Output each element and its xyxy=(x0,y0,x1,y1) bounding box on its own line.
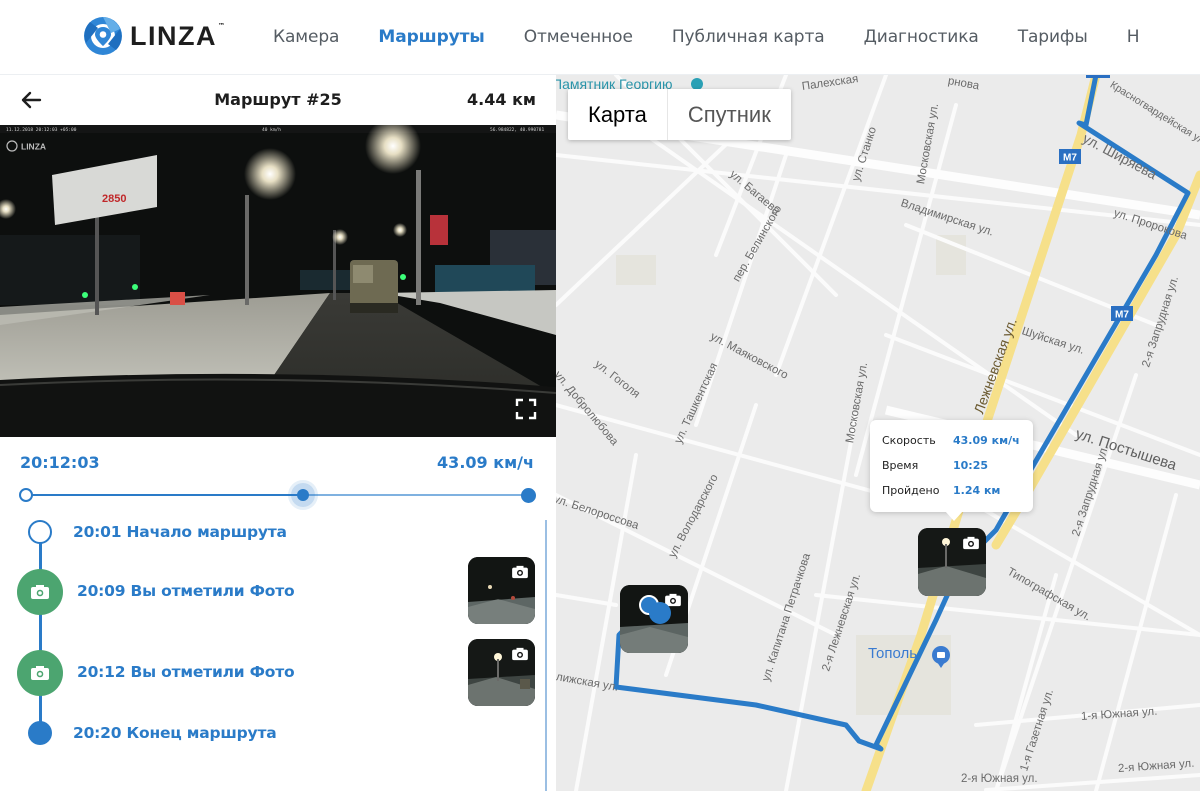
photo-event-marker xyxy=(17,569,63,615)
m7-shield-icon: M7 xyxy=(1059,149,1081,164)
timeline-item-end[interactable]: 20:20 Конец маршрута xyxy=(0,721,540,751)
nav-item-routes[interactable]: Маршруты xyxy=(378,27,484,47)
circle-outline-icon xyxy=(28,520,52,544)
timeline-label: 20:12 Вы отметили Фото xyxy=(77,663,295,681)
dashcam-video-player[interactable]: 2850 11.12.2018 20:12:03 +05:00 40 km/h … xyxy=(0,125,556,437)
popup-row-time: Время 10:25 xyxy=(882,459,988,472)
video-coords-overlay: 56.984822, 40.990781 xyxy=(490,127,544,133)
video-watermark: LINZA xyxy=(21,142,46,152)
popup-key: Пройдено xyxy=(882,484,940,497)
poi-label-topol[interactable]: Тополь xyxy=(868,645,917,662)
m7-shield-icon: M7 xyxy=(1111,306,1133,321)
slider-end-point xyxy=(521,488,536,503)
timeline-item-start[interactable]: 20:01 Начало маршрута xyxy=(0,520,540,550)
map-type-map[interactable]: Карта xyxy=(568,89,668,140)
timeline-item-photo[interactable]: 20:09 Вы отметили Фото xyxy=(0,557,540,634)
map-type-toggle: Карта Спутник xyxy=(568,89,791,140)
popup-row-speed: Скорость 43.09 км/ч xyxy=(882,434,1020,447)
nav-item-camera[interactable]: Камера xyxy=(273,27,339,47)
nav-item-public-map[interactable]: Публичная карта xyxy=(672,27,825,47)
current-speed: 43.09 км/ч xyxy=(437,453,534,472)
camera-icon xyxy=(512,647,528,661)
slider-start-point xyxy=(19,488,33,502)
camera-icon xyxy=(963,536,979,550)
popup-value: 43.09 км/ч xyxy=(953,434,1020,447)
photo-event-marker xyxy=(17,650,63,696)
slider-track-played xyxy=(25,494,303,496)
map-photo-marker[interactable] xyxy=(918,528,986,596)
route-distance: 4.44 км xyxy=(467,90,536,109)
camera-icon xyxy=(512,565,528,579)
slider-thumb[interactable] xyxy=(290,483,315,507)
route-event-timeline: 20:01 Начало маршрута 20:09 Вы отметили … xyxy=(0,520,556,791)
nav-item-marked[interactable]: Отмеченное xyxy=(524,27,633,47)
nav-item-diagnostics[interactable]: Диагностика xyxy=(864,27,979,47)
nav-item-more[interactable]: Н xyxy=(1127,27,1140,47)
map-photo-marker[interactable] xyxy=(620,585,688,653)
fullscreen-icon[interactable] xyxy=(514,397,538,421)
popup-value: 10:25 xyxy=(953,459,989,472)
current-playback-time: 20:12:03 xyxy=(20,453,100,472)
main-nav: Камера Маршруты Отмеченное Публичная кар… xyxy=(273,27,1178,47)
trademark: ™ xyxy=(217,22,225,30)
circle-filled-icon xyxy=(28,721,52,745)
nav-item-tariffs[interactable]: Тарифы xyxy=(1018,27,1088,47)
popup-value: 1.24 км xyxy=(953,484,1001,497)
route-panel: Маршрут #25 4.44 км 2850 11.12.2018 20:1… xyxy=(0,75,556,791)
route-header: Маршрут #25 4.44 км xyxy=(0,75,556,125)
map-label: 2-я Южная ул. xyxy=(961,773,1038,785)
timeline-label: 20:09 Вы отметили Фото xyxy=(77,582,295,600)
camera-icon xyxy=(31,666,49,680)
billboard-price: 2850 xyxy=(102,193,126,205)
map-point-info-popup: Скорость 43.09 км/ч Время 10:25 Пройдено… xyxy=(870,420,1033,521)
linza-logo[interactable]: LINZA ™ xyxy=(83,16,225,56)
timeline-scrollbar[interactable] xyxy=(545,520,547,791)
svg-text:M7: M7 xyxy=(1063,153,1077,164)
route-progress-slider[interactable] xyxy=(19,483,536,507)
linza-aperture-icon xyxy=(84,17,122,55)
timeline-label: 20:01 Начало маршрута xyxy=(73,523,287,541)
current-position-marker xyxy=(649,602,671,624)
photo-thumbnail[interactable] xyxy=(468,557,535,624)
timeline-item-photo[interactable]: 20:12 Вы отметили Фото xyxy=(0,639,540,715)
popup-key: Время xyxy=(882,459,919,472)
map-type-satellite[interactable]: Спутник xyxy=(668,89,791,140)
svg-text:M7: M7 xyxy=(1115,310,1129,321)
slider-track-remaining xyxy=(302,494,530,496)
timeline-label: 20:20 Конец маршрута xyxy=(73,724,277,742)
photo-thumbnail[interactable] xyxy=(468,639,535,706)
popup-key: Скорость xyxy=(882,434,936,447)
video-timestamp-overlay: 11.12.2018 20:12:03 +05:00 xyxy=(6,127,77,133)
popup-row-distance: Пройдено 1.24 км xyxy=(882,484,1000,497)
video-frame: 2850 11.12.2018 20:12:03 +05:00 40 km/h … xyxy=(0,125,556,437)
camera-icon xyxy=(31,585,49,599)
video-speed-overlay: 40 km/h xyxy=(262,127,281,133)
top-navigation-bar: LINZA ™ Камера Маршруты Отмеченное Публи… xyxy=(0,0,1200,75)
brand-name: LINZA xyxy=(130,20,217,51)
